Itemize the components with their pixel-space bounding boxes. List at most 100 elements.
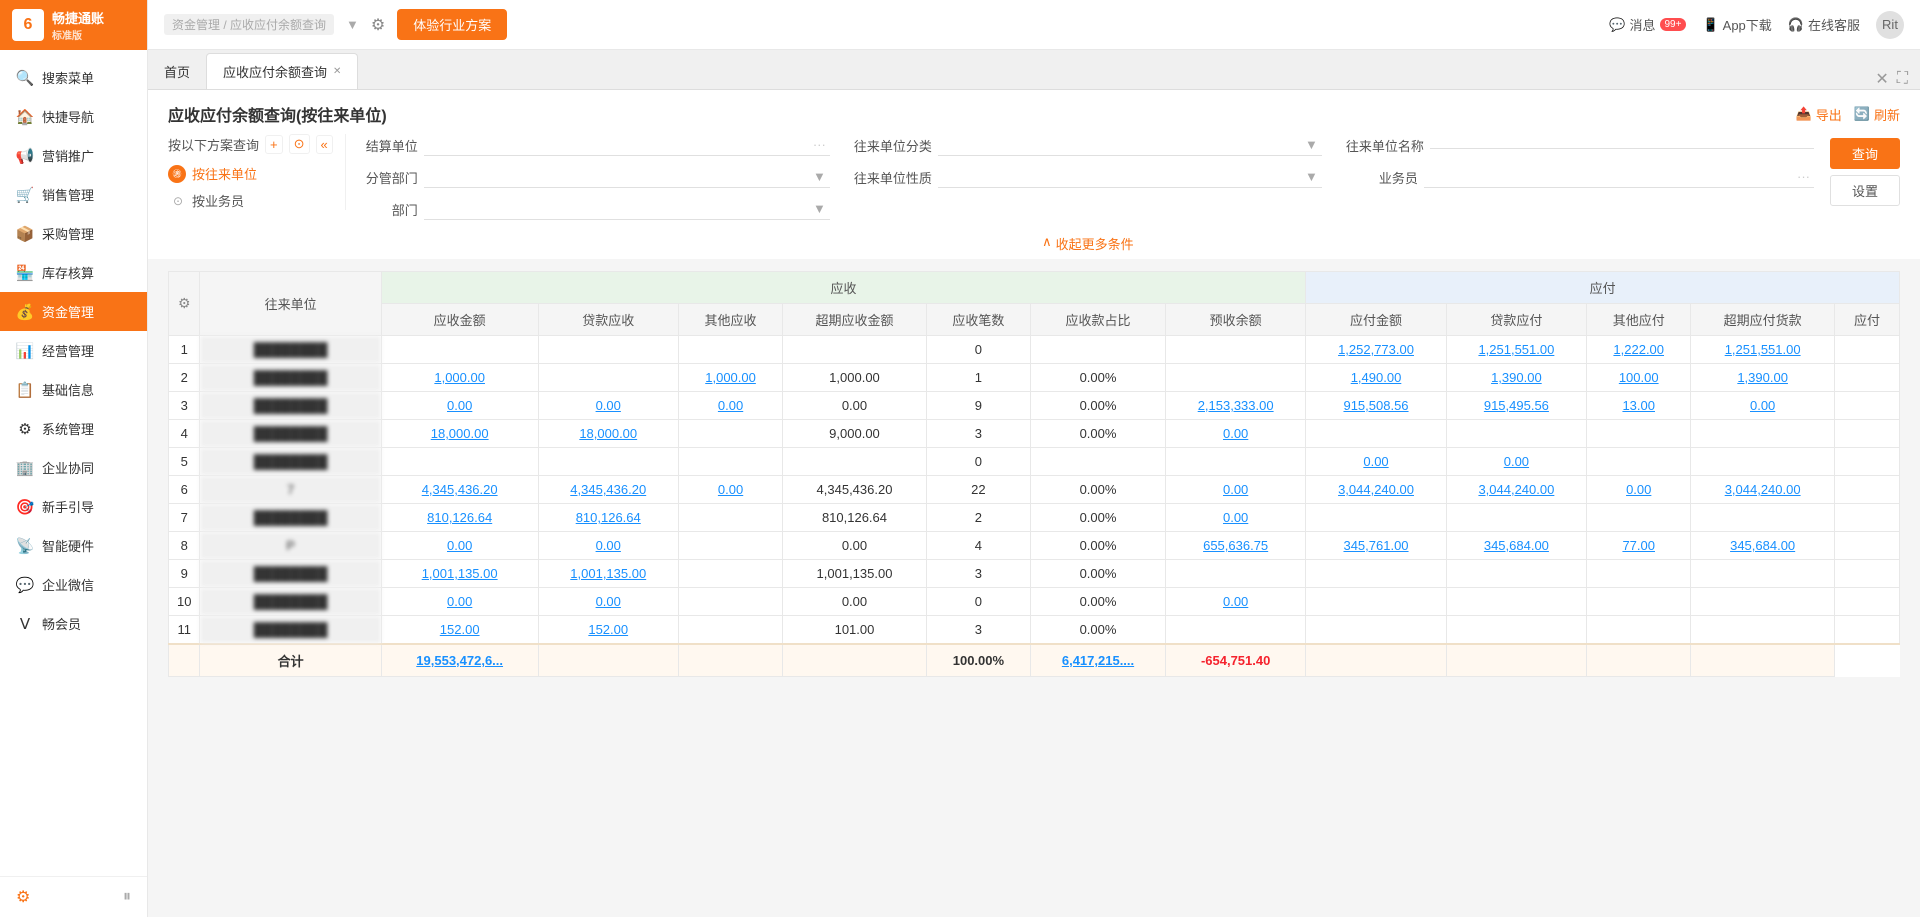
app-download-label: App下载	[1723, 15, 1772, 34]
nav-icon-sales: 🛒	[16, 186, 34, 204]
nav-label-wechat: 企业微信	[42, 575, 94, 594]
sidebar-item-guide[interactable]: 🎯 新手引导	[0, 487, 147, 526]
footer-empty3	[678, 644, 782, 677]
topbar-left: 资金管理 / 应收应付余额查询 ▼ ⚙ 体验行业方案	[164, 9, 507, 40]
table-body: 1████████01,252,773.001,251,551.001,222.…	[169, 336, 1900, 645]
topbar: 资金管理 / 应收应付余额查询 ▼ ⚙ 体验行业方案 💬 消息 99+ 📱 Ap…	[148, 0, 1920, 50]
sidebar-footer[interactable]: ⚙ ⏸	[0, 876, 147, 917]
settings-icon[interactable]: ⚙	[16, 887, 30, 907]
header-row-group: ⚙ 往来单位 应收 应付	[169, 272, 1900, 304]
option-salesperson-label: 按业务员	[192, 191, 244, 210]
nav-label-system: 系统管理	[42, 419, 94, 438]
partner-cell: ████████	[200, 616, 381, 645]
nav-label-member: 畅会员	[42, 614, 81, 633]
filter-option-partner[interactable]: ㊜ 按往来单位	[168, 164, 333, 183]
sidebar-item-member[interactable]: Ⅴ 畅会员	[0, 604, 147, 643]
message-button[interactable]: 💬 消息 99+	[1609, 15, 1686, 34]
sidebar-item-system[interactable]: ⚙ 系统管理	[0, 409, 147, 448]
sidebar-item-inventory[interactable]: 🏪 库存核算	[0, 253, 147, 292]
collapse-scheme-icon[interactable]: «	[316, 135, 333, 154]
footer-receivable-ratio: 100.00%	[926, 644, 1030, 677]
export-button[interactable]: 📤 导出	[1796, 105, 1842, 124]
topbar-right: 💬 消息 99+ 📱 App下载 🎧 在线客服 Rit	[1609, 11, 1904, 39]
gear-icon[interactable]: ⚙	[371, 15, 385, 35]
col-receivable-amount: 应收金额	[381, 304, 538, 336]
sidebar-item-smart-hw[interactable]: 📡 智能硬件	[0, 526, 147, 565]
footer-row: 合计 19,553,472,6... 100.00% 6,417,215....…	[169, 644, 1900, 677]
sidebar-nav: 🔍 搜索菜单🏠 快捷导航📢 营销推广🛒 销售管理📦 采购管理🏪 库存核算💰 资金…	[0, 50, 147, 876]
partner-cell: ████████	[200, 504, 381, 532]
breadcrumb: 资金管理 / 应收应付余额查询	[164, 14, 334, 35]
partner-category-input[interactable]: ▼	[938, 134, 1322, 156]
collapse-more-btn[interactable]: ∧ 收起更多条件	[362, 228, 1814, 259]
footer-empty7	[1587, 644, 1691, 677]
edit-scheme-icon[interactable]: ⊙	[289, 134, 310, 154]
filter-option-salesperson[interactable]: ⊙ 按业务员	[168, 191, 333, 210]
tab-home[interactable]: 首页	[148, 54, 206, 89]
sidebar-item-capital[interactable]: 💰 资金管理	[0, 292, 147, 331]
nav-icon-member: Ⅴ	[16, 615, 34, 633]
filter-options: ㊜ 按往来单位 ⊙ 按业务员	[168, 164, 333, 210]
filter-scheme-label: 按以下方案查询	[168, 135, 259, 154]
tab-maximize-icon[interactable]: ⛶	[1897, 70, 1908, 88]
nav-label-marketing: 营销推广	[42, 146, 94, 165]
partner-name-input[interactable]	[1430, 142, 1814, 149]
filter-form: 结算单位 ··· 往来单位分类 ▼	[362, 134, 1814, 259]
sidebar-item-quick-nav[interactable]: 🏠 快捷导航	[0, 97, 147, 136]
solution-button[interactable]: 体验行业方案	[397, 9, 507, 40]
table-head: ⚙ 往来单位 应收 应付 应收金额 贷款应	[169, 272, 1900, 336]
sidebar-item-sales[interactable]: 🛒 销售管理	[0, 175, 147, 214]
app-edition: 标准版	[52, 27, 104, 42]
tab-close-icon[interactable]: ✕	[333, 66, 341, 77]
sidebar-item-operation[interactable]: 📊 经营管理	[0, 331, 147, 370]
department-head-label: 分管部门	[362, 168, 418, 187]
partner-nature-label: 往来单位性质	[854, 168, 932, 187]
col-other-payable: 其他应付	[1587, 304, 1691, 336]
sidebar-item-basic-info[interactable]: 📋 基础信息	[0, 370, 147, 409]
salesperson-input[interactable]: ···	[1424, 166, 1814, 188]
add-scheme-icon[interactable]: +	[265, 135, 283, 154]
col-loan-payable: 贷款应付	[1446, 304, 1586, 336]
sidebar-item-search[interactable]: 🔍 搜索菜单	[0, 58, 147, 97]
partner-cell: 7	[200, 476, 381, 504]
footer-empty4	[783, 644, 927, 677]
partner-category-label: 往来单位分类	[854, 136, 932, 155]
dropdown-icon[interactable]: ▼	[346, 17, 359, 32]
col-overdue-payable: 超期应付货款	[1691, 304, 1835, 336]
settlement-unit-dots: ···	[813, 137, 826, 152]
footer-receivable-total[interactable]: 19,553,472,6...	[381, 644, 538, 677]
tab-query[interactable]: 应收应付余额查询 ✕	[206, 53, 358, 89]
option-partner-label: 按往来单位	[192, 164, 257, 183]
query-button[interactable]: 查询	[1830, 138, 1900, 169]
online-service-button[interactable]: 🎧 在线客服	[1788, 15, 1860, 34]
table-row: 674,345,436.204,345,436.200.004,345,436.…	[169, 476, 1900, 504]
partner-nature-input[interactable]: ▼	[938, 166, 1322, 188]
nav-icon-system: ⚙	[16, 420, 34, 438]
footer-prepaid-total[interactable]: 6,417,215....	[1031, 644, 1166, 677]
setting-button[interactable]: 设置	[1830, 175, 1900, 206]
table-settings-icon[interactable]: ⚙	[178, 295, 191, 311]
nav-label-basic-info: 基础信息	[42, 380, 94, 399]
table-row: 9████████1,001,135.001,001,135.001,001,1…	[169, 560, 1900, 588]
app-download-button[interactable]: 📱 App下载	[1702, 15, 1771, 34]
sidebar-item-marketing[interactable]: 📢 营销推广	[0, 136, 147, 175]
nav-icon-basic-info: 📋	[16, 381, 34, 399]
sidebar-item-wechat[interactable]: 💬 企业微信	[0, 565, 147, 604]
col-prepaid-balance: 预收余额	[1165, 304, 1305, 336]
collapse-icon[interactable]: ⏸	[123, 888, 131, 906]
sidebar-item-enterprise[interactable]: 🏢 企业协同	[0, 448, 147, 487]
option-salesperson-icon: ⊙	[170, 193, 186, 209]
content-area: 应收应付余额查询(按往来单位) 📤 导出 🔄 刷新	[148, 90, 1920, 917]
settlement-unit-input[interactable]: ···	[424, 134, 830, 156]
service-icon: 🎧	[1788, 17, 1804, 33]
partner-cell: ████████	[200, 420, 381, 448]
sidebar-item-purchase[interactable]: 📦 采购管理	[0, 214, 147, 253]
filter-partner-name: 往来单位名称	[1346, 134, 1814, 156]
user-avatar[interactable]: Rit	[1876, 11, 1904, 39]
department-head-input[interactable]: ▼	[424, 166, 830, 188]
tab-close-window-icon[interactable]: ✕	[1875, 69, 1888, 89]
department-input[interactable]: ▼	[424, 198, 830, 220]
nav-label-quick-nav: 快捷导航	[42, 107, 94, 126]
table-row: 1████████01,252,773.001,251,551.001,222.…	[169, 336, 1900, 364]
refresh-button[interactable]: 🔄 刷新	[1854, 105, 1900, 124]
